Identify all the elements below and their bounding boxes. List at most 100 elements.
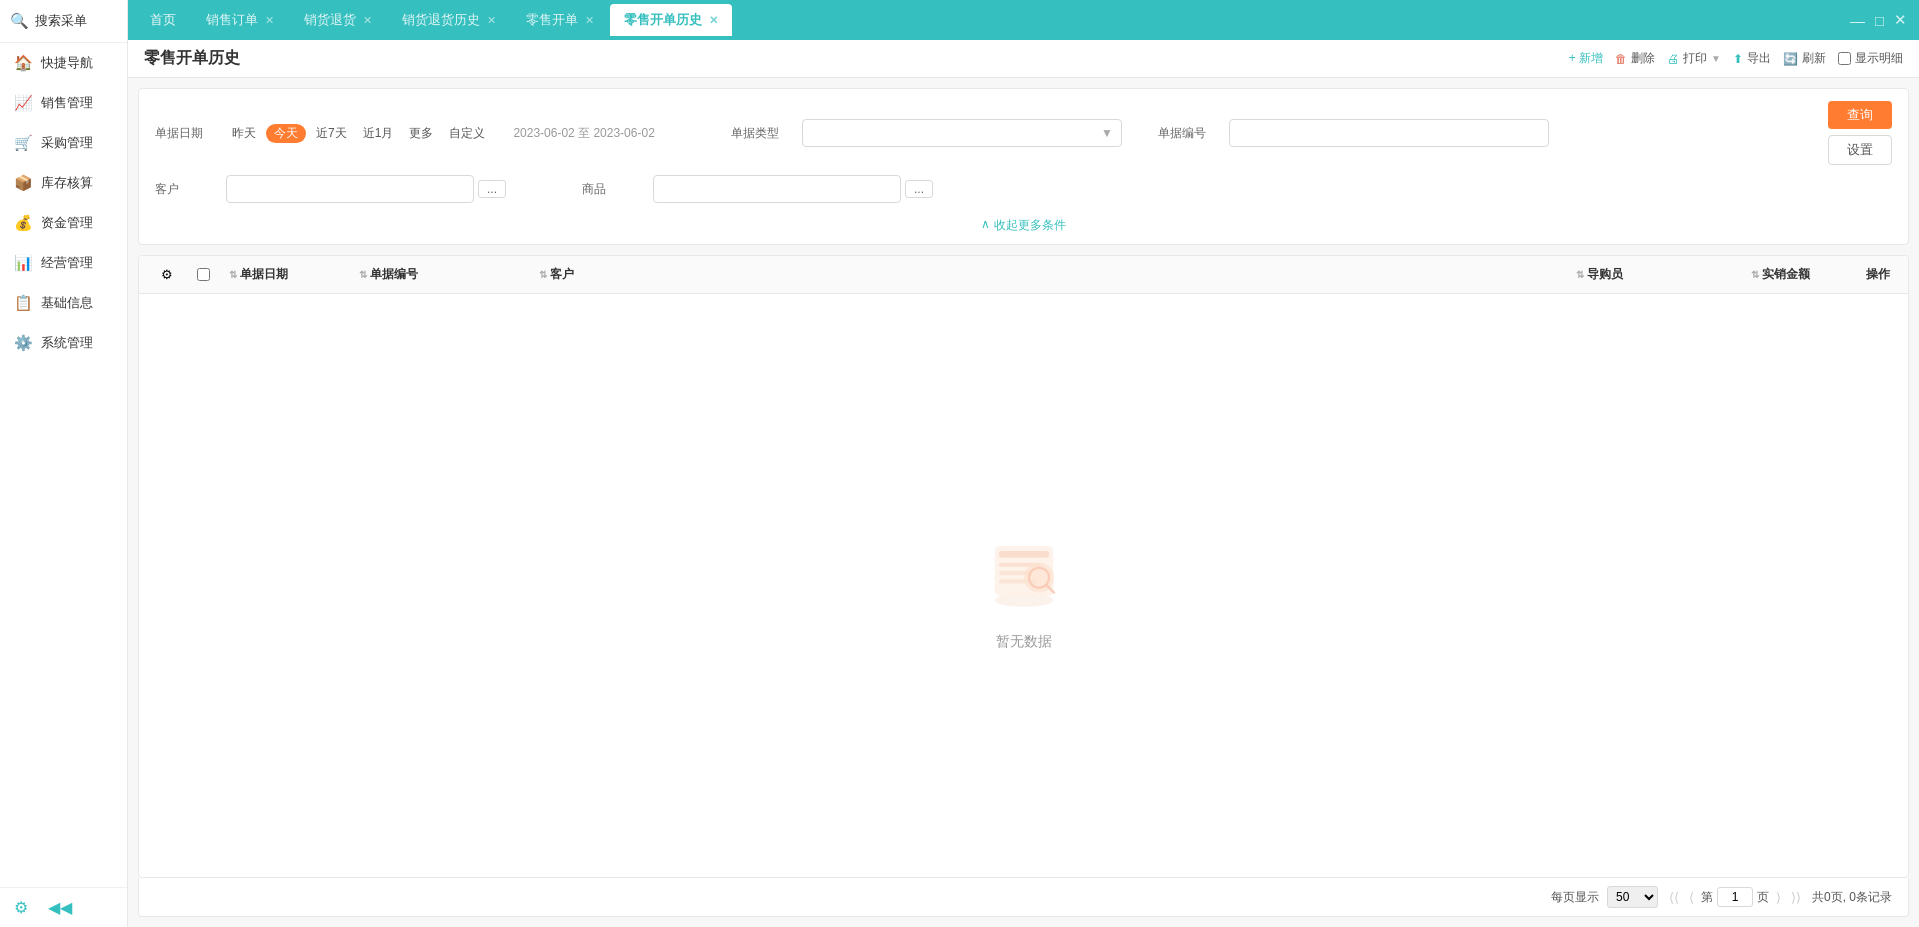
product-ellipsis-button[interactable]: ...: [905, 180, 933, 198]
sidebar-bottom: ⚙ ◀◀: [0, 887, 127, 927]
export-label: 导出: [1747, 50, 1771, 67]
refresh-label: 刷新: [1802, 50, 1826, 67]
product-label: 商品: [582, 181, 637, 198]
show-detail-toggle[interactable]: 显示明细: [1838, 50, 1903, 67]
col-header-order-no: ⇅ 单据编号: [351, 266, 531, 283]
tab-sales-order-label: 销售订单: [206, 11, 258, 29]
sidebar-item-basic-info[interactable]: 📋 基础信息: [0, 283, 127, 323]
date-btn-more[interactable]: 更多: [403, 124, 439, 143]
export-icon: ⬆: [1733, 52, 1743, 66]
tab-retail-open[interactable]: 零售开单 ✕: [512, 4, 608, 36]
table-checkbox-cell[interactable]: [185, 268, 221, 281]
settings-button[interactable]: 设置: [1828, 135, 1892, 165]
order-type-select[interactable]: ▼: [802, 119, 1122, 147]
main-area: 首页 销售订单 ✕ 销货退货 ✕ 销货退货历史 ✕ 零售开单 ✕ 零售开单历史 …: [128, 0, 1919, 927]
date-btn-7days[interactable]: 近7天: [310, 124, 353, 143]
tab-sales-return-history[interactable]: 销货退货历史 ✕: [388, 4, 510, 36]
tab-sales-order[interactable]: 销售订单 ✕: [192, 4, 288, 36]
tab-sales-return-label: 销货退货: [304, 11, 356, 29]
date-options: 昨天 今天 近7天 近1月 更多 自定义: [226, 124, 491, 143]
sidebar-item-label: 资金管理: [41, 214, 93, 232]
sidebar-item-quick-nav[interactable]: 🏠 快捷导航: [0, 43, 127, 83]
refresh-button[interactable]: 🔄 刷新: [1783, 50, 1826, 67]
col-header-amount: ⇅ 实销金额: [1688, 266, 1818, 283]
col-header-customer: ⇅ 客户: [531, 266, 1568, 283]
sidebar-item-label: 采购管理: [41, 134, 93, 152]
show-detail-checkbox[interactable]: [1838, 52, 1851, 65]
per-page-label: 每页显示: [1551, 889, 1599, 906]
customer-input[interactable]: [226, 175, 474, 203]
tab-home-label: 首页: [150, 11, 176, 29]
sidebar-item-inventory[interactable]: 📦 库存核算: [0, 163, 127, 203]
window-minimize[interactable]: —: [1850, 12, 1865, 29]
tab-sales-return-history-close[interactable]: ✕: [487, 14, 496, 27]
col-amount-label: 实销金额: [1762, 266, 1810, 283]
window-close[interactable]: ✕: [1894, 11, 1907, 29]
collapse-sidebar-icon[interactable]: ◀◀: [48, 898, 72, 917]
toolbar: 零售开单历史 + 新增 🗑 删除 🖨 打印 ▼ ⬆ 导出 🔄 刷新: [128, 40, 1919, 78]
customer-ellipsis-button[interactable]: ...: [478, 180, 506, 198]
table-settings-icon-cell[interactable]: ⚙: [149, 267, 185, 282]
tab-retail-open-close[interactable]: ✕: [585, 14, 594, 27]
sidebar-item-label: 基础信息: [41, 294, 93, 312]
content-area: 单据日期 昨天 今天 近7天 近1月 更多 自定义 2023-06-02 至 2…: [128, 78, 1919, 927]
date-sort-icon[interactable]: ⇅: [229, 270, 237, 280]
purchase-icon: 🛒: [14, 134, 33, 152]
prev-page-button[interactable]: ⟨: [1686, 890, 1697, 905]
guide-sort-icon[interactable]: ⇅: [1576, 270, 1584, 280]
filter-row-date: 单据日期 昨天 今天 近7天 近1月 更多 自定义 2023-06-02 至 2…: [155, 101, 1892, 165]
sidebar-search[interactable]: 🔍 搜索采单: [0, 0, 127, 43]
tab-sales-return[interactable]: 销货退货 ✕: [290, 4, 386, 36]
product-input[interactable]: [653, 175, 901, 203]
print-label: 打印: [1683, 50, 1707, 67]
collapse-filter-bar[interactable]: ∧ 收起更多条件: [155, 213, 1892, 238]
customer-label: 客户: [155, 181, 210, 198]
date-btn-custom[interactable]: 自定义: [443, 124, 491, 143]
table-header: ⚙ ⇅ 单据日期 ⇅ 单据编号 ⇅ 客户 ⇅: [139, 256, 1908, 294]
tab-home[interactable]: 首页: [136, 4, 190, 36]
delete-button[interactable]: 🗑 删除: [1615, 50, 1655, 67]
date-btn-1month[interactable]: 近1月: [357, 124, 400, 143]
query-buttons: 查询 设置: [1828, 101, 1892, 165]
query-button[interactable]: 查询: [1828, 101, 1892, 129]
last-page-button[interactable]: ⟩⟩: [1788, 890, 1804, 905]
window-maximize[interactable]: □: [1875, 12, 1884, 29]
order-sort-icon[interactable]: ⇅: [359, 270, 367, 280]
date-range-display: 2023-06-02 至 2023-06-02: [513, 125, 654, 142]
col-date-label: 单据日期: [240, 266, 288, 283]
tab-sales-order-close[interactable]: ✕: [265, 14, 274, 27]
date-label: 单据日期: [155, 125, 210, 142]
tab-retail-open-history-close[interactable]: ✕: [709, 14, 718, 27]
total-records-label: 共0页, 0条记录: [1812, 889, 1892, 906]
select-all-checkbox[interactable]: [197, 268, 210, 281]
sidebar-item-operations[interactable]: 📊 经营管理: [0, 243, 127, 283]
order-no-input[interactable]: [1229, 119, 1549, 147]
date-btn-yesterday[interactable]: 昨天: [226, 124, 262, 143]
page-label-post: 页: [1757, 889, 1769, 906]
tab-sales-return-close[interactable]: ✕: [363, 14, 372, 27]
sidebar-item-sales-mgmt[interactable]: 📈 销售管理: [0, 83, 127, 123]
new-button[interactable]: + 新增: [1569, 50, 1603, 67]
customer-sort-icon[interactable]: ⇅: [539, 270, 547, 280]
tab-retail-open-history-label: 零售开单历史: [624, 11, 702, 29]
column-settings-icon[interactable]: ⚙: [161, 267, 173, 282]
print-button[interactable]: 🖨 打印 ▼: [1667, 50, 1721, 67]
amount-sort-icon[interactable]: ⇅: [1751, 270, 1759, 280]
date-btn-today[interactable]: 今天: [266, 124, 306, 143]
tab-retail-open-history[interactable]: 零售开单历史 ✕: [610, 4, 732, 36]
export-button[interactable]: ⬆ 导出: [1733, 50, 1771, 67]
col-guide-label: 导购员: [1587, 266, 1623, 283]
sidebar-item-purchase-mgmt[interactable]: 🛒 采购管理: [0, 123, 127, 163]
col-customer-label: 客户: [550, 266, 574, 283]
finance-icon: 💰: [14, 214, 33, 232]
page-size-select[interactable]: 50 10 20 100: [1607, 886, 1658, 908]
col-order-label: 单据编号: [370, 266, 418, 283]
sidebar-item-finance[interactable]: 💰 资金管理: [0, 203, 127, 243]
basic-info-icon: 📋: [14, 294, 33, 312]
empty-text: 暂无数据: [996, 633, 1052, 651]
settings-bottom-icon[interactable]: ⚙: [14, 898, 28, 917]
next-page-button[interactable]: ⟩: [1773, 890, 1784, 905]
page-number-input[interactable]: [1717, 887, 1753, 907]
sidebar-item-system[interactable]: ⚙️ 系统管理: [0, 323, 127, 363]
first-page-button[interactable]: ⟨⟨: [1666, 890, 1682, 905]
